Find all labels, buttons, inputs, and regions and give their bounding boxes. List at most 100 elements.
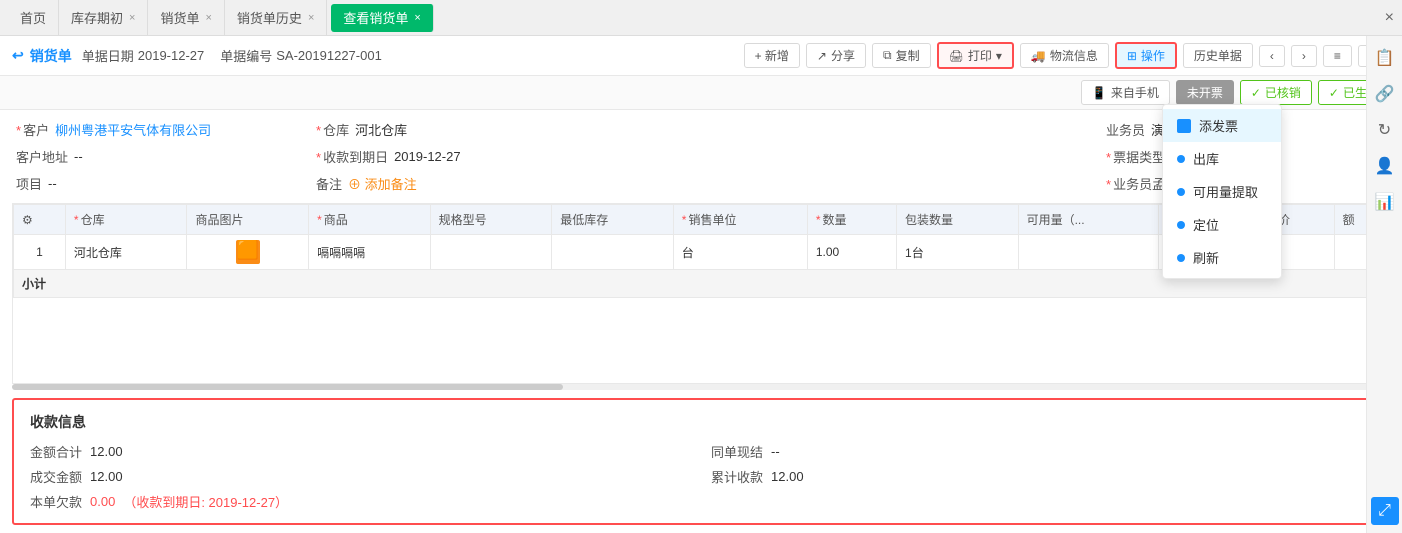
th-warehouse: 仓库 <box>65 205 187 235</box>
tab-view-sales[interactable]: 查看销货单 × <box>331 4 433 32</box>
cumulative-payment-value: 12.00 <box>771 469 804 484</box>
copy-button[interactable]: ⧉ 复制 <box>872 43 931 68</box>
not-open-button[interactable]: 未开票 <box>1176 80 1234 105</box>
note-add[interactable]: ⊕ 添加备注 <box>348 174 417 193</box>
cumulative-payment-row: 累计收款 12.00 <box>711 467 1372 486</box>
already-revoked-button[interactable]: ✓ 已核销 <box>1240 80 1312 105</box>
from-phone-button[interactable]: 📱 来自手机 <box>1081 80 1170 105</box>
logistics-button[interactable]: 🚚 物流信息 <box>1020 43 1109 68</box>
next-button[interactable]: › <box>1291 45 1317 67</box>
total-amount-row: 金额合计 12.00 <box>30 442 691 461</box>
sidebar-icon-link[interactable]: 🔗 <box>1371 80 1399 108</box>
add-button[interactable]: + 新增 <box>744 43 800 68</box>
dropdown-locate[interactable]: 定位 <box>1163 208 1281 241</box>
plus-icon: ⊕ <box>348 177 361 192</box>
warehouse-label: 仓库 <box>316 120 349 139</box>
th-settings: ⚙ <box>14 205 66 235</box>
tab-view-sales-label: 查看销货单 <box>343 8 408 27</box>
customer-field: 客户 柳州粤港平安气体有限公司 <box>16 120 296 139</box>
current-debt-row: 本单欠款 0.00 （收款到期日: 2019-12-27） <box>30 492 1372 511</box>
address-value: -- <box>74 149 83 164</box>
tab-home-label: 首页 <box>20 8 46 27</box>
dropdown-refresh[interactable]: 刷新 <box>1163 241 1281 274</box>
customer-value[interactable]: 柳州粤港平安气体有限公司 <box>55 120 211 139</box>
history-button[interactable]: 历史单据 <box>1183 43 1253 68</box>
th-image: 商品图片 <box>187 205 309 235</box>
invoice-icon <box>1177 119 1191 133</box>
operation-button[interactable]: ⊞ 操作 <box>1115 42 1177 69</box>
print-dropdown-arrow: ▾ <box>996 49 1002 63</box>
tab-sales[interactable]: 销货单 × <box>148 0 224 36</box>
tab-sales-history[interactable]: 销货单历史 × <box>225 0 327 36</box>
outbound-icon <box>1177 155 1185 163</box>
payment-date-label: 收款到期日 <box>316 147 388 166</box>
share-icon: ↗ <box>817 49 827 63</box>
cumulative-payment-label: 累计收款 <box>711 467 763 486</box>
view1-button[interactable]: ≡ <box>1323 45 1352 67</box>
horizontal-scrollbar[interactable] <box>12 384 1390 390</box>
current-debt-label: 本单欠款 <box>30 492 82 511</box>
dropdown-outbound[interactable]: 出库 <box>1163 142 1281 175</box>
scrollbar-thumb[interactable] <box>12 384 563 390</box>
warehouse-value: 河北仓库 <box>355 120 407 139</box>
dropdown-available-extract[interactable]: 可用量提取 <box>1163 175 1281 208</box>
dropdown-add-invoice[interactable]: 添发票 <box>1163 109 1281 142</box>
payment-date-field: 收款到期日 2019-12-27 <box>316 147 596 166</box>
toolbar-left: ↩ 销货单 单据日期 2019-12-27 单据编号 SA-20191227-0… <box>12 46 382 66</box>
row-warehouse: 河北仓库 <box>65 235 187 270</box>
tab-inventory-init-close[interactable]: × <box>129 12 135 24</box>
total-amount-label: 金额合计 <box>30 442 82 461</box>
deal-amount-value: 12.00 <box>90 469 123 484</box>
row-min-stock <box>552 235 674 270</box>
global-close-button[interactable]: × <box>1385 9 1394 27</box>
sidebar-icon-doc[interactable]: 📋 <box>1371 44 1399 72</box>
check2-icon: ✓ <box>1329 86 1339 100</box>
sidebar-icon-user[interactable]: 👤 <box>1371 152 1399 180</box>
sidebar-icon-refresh[interactable]: ↻ <box>1371 116 1399 144</box>
sidebar-icon-expand[interactable]: ⤢ <box>1371 497 1399 525</box>
row-image: 🟧 <box>187 235 309 270</box>
print-button[interactable]: 🖨 打印 ▾ <box>937 42 1014 69</box>
th-product: 商品 <box>309 205 431 235</box>
tab-inventory-init[interactable]: 库存期初 × <box>59 0 148 36</box>
doc-date-label: 单据日期 2019-12-27 <box>82 46 205 65</box>
tab-bar: 首页 库存期初 × 销货单 × 销货单历史 × 查看销货单 × × <box>0 0 1402 36</box>
doc-title: ↩ 销货单 <box>12 46 72 66</box>
tab-inventory-init-label: 库存期初 <box>71 8 123 27</box>
th-package-qty: 包装数量 <box>897 205 1019 235</box>
print-icon: 🖨 <box>949 49 964 63</box>
tab-sales-history-close[interactable]: × <box>308 12 314 24</box>
truck-icon: 🚚 <box>1031 49 1046 63</box>
row-no: 1 <box>14 235 66 270</box>
same-settlement-row: 同单现结 -- <box>711 442 1372 461</box>
tab-home[interactable]: 首页 <box>8 0 59 36</box>
staff-label: 业务员 <box>1106 120 1145 139</box>
doc-title-text: 销货单 <box>30 46 72 66</box>
tab-view-sales-close[interactable]: × <box>414 12 420 24</box>
tab-sales-history-label: 销货单历史 <box>237 8 302 27</box>
right-sidebar: 📋 🔗 ↻ 👤 📊 ⤢ <box>1366 36 1402 533</box>
total-amount-value: 12.00 <box>90 444 123 459</box>
sidebar-icon-chart[interactable]: 📊 <box>1371 188 1399 216</box>
payment-grid: 金额合计 12.00 同单现结 -- 成交金额 12.00 累计收款 12.00… <box>30 442 1372 511</box>
row-qty: 1.00 <box>807 235 896 270</box>
payment-title: 收款信息 <box>30 412 1372 432</box>
available-extract-icon <box>1177 188 1185 196</box>
refresh-icon <box>1177 254 1185 262</box>
project-label: 项目 <box>16 174 42 193</box>
row-available <box>1018 235 1158 270</box>
th-min-stock: 最低库存 <box>552 205 674 235</box>
doc-number-label: 单据编号 SA-20191227-001 <box>220 46 382 65</box>
main-content: ↩ 销货单 单据日期 2019-12-27 单据编号 SA-20191227-0… <box>0 36 1402 533</box>
row-spec <box>430 235 552 270</box>
address-field: 客户地址 -- <box>16 147 296 166</box>
debt-note: （收款到期日: 2019-12-27） <box>123 492 288 511</box>
copy-icon: ⧉ <box>883 48 892 63</box>
share-button[interactable]: ↗ 分享 <box>806 43 866 68</box>
tab-sales-close[interactable]: × <box>205 12 211 24</box>
prev-button[interactable]: ‹ <box>1259 45 1285 67</box>
customer-label: 客户 <box>16 120 49 139</box>
deal-amount-row: 成交金额 12.00 <box>30 467 691 486</box>
doc-icon: ↩ <box>12 47 24 64</box>
dropdown-menu: 添发票 出库 可用量提取 定位 刷新 <box>1162 104 1282 279</box>
